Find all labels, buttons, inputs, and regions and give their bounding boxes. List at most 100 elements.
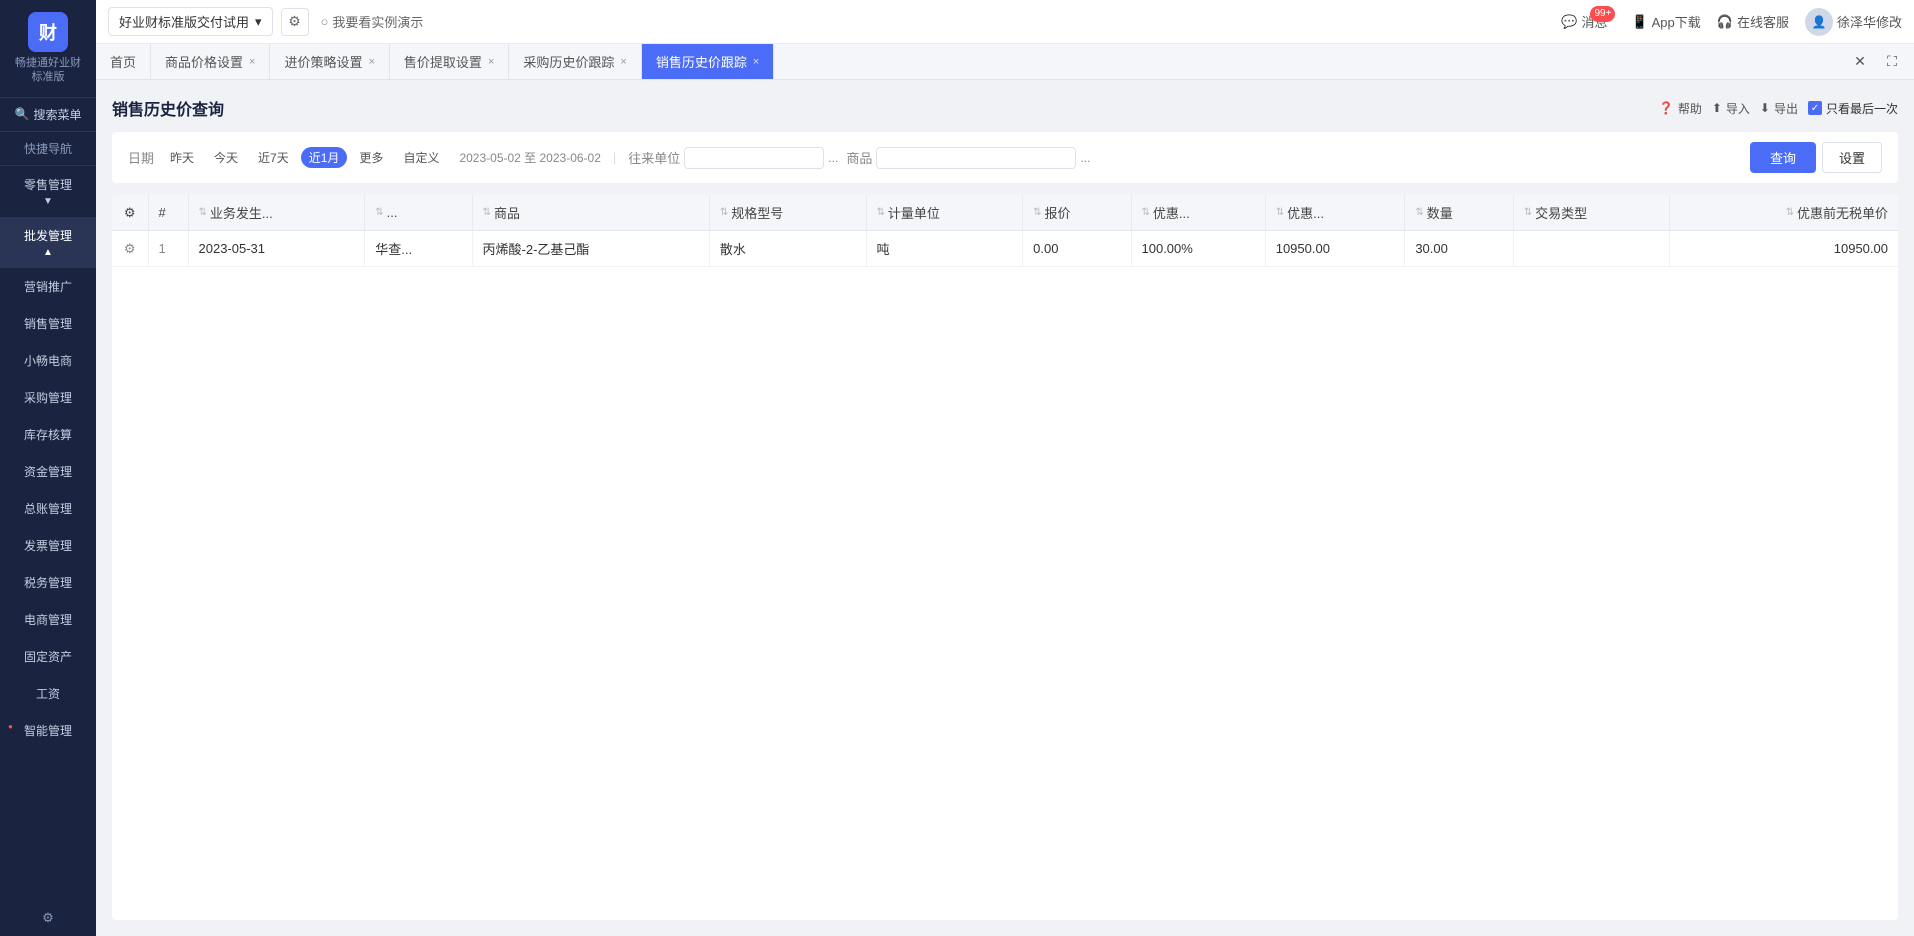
- sidebar-settings-btn[interactable]: ⚙: [0, 900, 96, 936]
- col-price[interactable]: ⇅ 报价: [1023, 195, 1131, 231]
- sidebar-item-general[interactable]: 总账管理: [0, 490, 96, 527]
- cell-qty: 30.00: [1405, 231, 1513, 267]
- main-area: 好业财标准版交付试用 ▾ ⚙ ○ 我要看实例演示 💬 消息 99+ 📱 App下…: [96, 0, 1914, 936]
- sort-icon: ⇅: [483, 207, 491, 218]
- cell-tx-type: [1513, 231, 1670, 267]
- date-filter-label: 日期: [128, 148, 154, 167]
- table-header-row: ⚙ # ⇅ 业务发生... ⇅ ...: [112, 195, 1898, 231]
- cell-unit: 吨: [866, 231, 1023, 267]
- sidebar-item-sales[interactable]: 销售管理: [0, 305, 96, 342]
- maximize-tab-btn[interactable]: ⛶: [1878, 48, 1906, 76]
- tab-sale-price[interactable]: 售价提取设置 ×: [390, 44, 509, 80]
- cell-price: 0.00: [1023, 231, 1131, 267]
- date-btn-today[interactable]: 今天: [206, 147, 246, 168]
- headset-icon: 🎧: [1717, 14, 1733, 30]
- col-biz-date[interactable]: ⇅ 业务发生...: [188, 195, 365, 231]
- sidebar-item-payroll[interactable]: 工资: [0, 675, 96, 712]
- sidebar-item-ecommerce[interactable]: 电商管理: [0, 601, 96, 638]
- date-btn-last7[interactable]: 近7天: [250, 147, 297, 168]
- goods-more-btn[interactable]: ...: [1080, 151, 1090, 165]
- import-icon: ⬆: [1712, 101, 1722, 115]
- tab-close-strategy[interactable]: ×: [368, 56, 374, 68]
- date-btn-more[interactable]: 更多: [351, 147, 391, 168]
- sort-icon: ⇅: [1033, 207, 1041, 218]
- goods-label: 商品: [846, 148, 872, 167]
- only-last-checkbox[interactable]: ✓ 只看最后一次: [1808, 100, 1898, 117]
- topbar-settings-icon[interactable]: ⚙: [281, 8, 309, 36]
- tab-sales-hist[interactable]: 销售历史价跟踪 ×: [642, 44, 774, 80]
- table-container: ⚙ # ⇅ 业务发生... ⇅ ...: [112, 195, 1898, 920]
- filter-area: 日期 昨天 今天 近7天 近1月 更多 自定义 2023-05-02 至 202…: [112, 132, 1898, 183]
- col-unit[interactable]: ⇅ 计量单位: [866, 195, 1023, 231]
- col-goods[interactable]: ⇅ 商品: [472, 195, 709, 231]
- export-btn[interactable]: ⬇ 导出: [1760, 100, 1798, 117]
- cell-discount1: 100.00%: [1131, 231, 1265, 267]
- sidebar-quicknav[interactable]: 快捷导航: [0, 132, 96, 166]
- help-btn[interactable]: ❓ 帮助: [1659, 100, 1702, 117]
- col-gear: ⚙: [112, 195, 148, 231]
- tab-close-sales-hist[interactable]: ×: [753, 56, 759, 68]
- gear-icon[interactable]: ⚙: [124, 205, 136, 220]
- user-profile-btn[interactable]: 👤 徐泽华修改: [1805, 8, 1902, 36]
- logo-text: 畅捷通好业财 标准版: [15, 56, 81, 85]
- sidebar-item-inventory[interactable]: 库存核算: [0, 416, 96, 453]
- date-btn-yesterday[interactable]: 昨天: [162, 147, 202, 168]
- source-unit-more-btn[interactable]: ...: [828, 151, 838, 165]
- date-btn-custom[interactable]: 自定义: [395, 147, 447, 168]
- tab-price[interactable]: 商品价格设置 ×: [151, 44, 270, 80]
- message-btn[interactable]: 💬 消息 99+: [1561, 12, 1607, 31]
- cell-num: 1: [148, 231, 188, 267]
- tab-close-purchase-hist[interactable]: ×: [620, 56, 626, 68]
- sort-icon: ⇅: [1142, 207, 1150, 218]
- sidebar-item-purchase[interactable]: 采购管理: [0, 379, 96, 416]
- cell-biz-date: 2023-05-31: [188, 231, 365, 267]
- topbar-right: 💬 消息 99+ 📱 App下载 🎧 在线客服 👤 徐泽华修改: [1561, 8, 1902, 36]
- app-download-btn[interactable]: 📱 App下载: [1631, 12, 1700, 31]
- module-selector[interactable]: 好业财标准版交付试用 ▾: [108, 7, 273, 36]
- demo-link[interactable]: ○ 我要看实例演示: [321, 12, 424, 31]
- import-btn[interactable]: ⬆ 导入: [1712, 100, 1750, 117]
- sidebar-item-wholesale[interactable]: 批发管理 ▲: [0, 217, 96, 268]
- source-unit-input[interactable]: [684, 147, 824, 169]
- sort-icon: ⇅: [720, 207, 728, 218]
- phone-icon: 📱: [1631, 14, 1647, 30]
- sort-icon: ⇅: [375, 207, 383, 218]
- col-discount2[interactable]: ⇅ 优惠...: [1265, 195, 1405, 231]
- sidebar-item-invoice[interactable]: 发票管理: [0, 527, 96, 564]
- cell-pretax: 10950.00: [1670, 231, 1898, 267]
- sort-icon: ⇅: [1276, 207, 1284, 218]
- tab-purchase-hist[interactable]: 采购历史价跟踪 ×: [509, 44, 641, 80]
- sidebar-item-xiaochang[interactable]: 小畅电商: [0, 342, 96, 379]
- sidebar-item-retail[interactable]: 零售管理 ▼: [0, 166, 96, 217]
- col-extra[interactable]: ⇅ ...: [365, 195, 472, 231]
- online-service-btn[interactable]: 🎧 在线客服: [1717, 12, 1789, 31]
- col-qty[interactable]: ⇅ 数量: [1405, 195, 1513, 231]
- cell-gear: ⚙: [112, 231, 148, 267]
- sidebar-item-tax[interactable]: 税务管理: [0, 564, 96, 601]
- sidebar-item-marketing[interactable]: 营销推广: [0, 268, 96, 305]
- tab-close-price[interactable]: ×: [249, 56, 255, 68]
- cell-discount2: 10950.00: [1265, 231, 1405, 267]
- col-tx-type[interactable]: ⇅ 交易类型: [1513, 195, 1670, 231]
- close-tab-btn[interactable]: ✕: [1846, 48, 1874, 76]
- col-spec[interactable]: ⇅ 规格型号: [709, 195, 866, 231]
- date-btn-last1m[interactable]: 近1月: [301, 147, 348, 168]
- sidebar-item-smart[interactable]: 智能管理: [0, 712, 96, 749]
- source-unit-label: 往来单位: [628, 148, 680, 167]
- query-btn[interactable]: 查询: [1750, 142, 1816, 173]
- settings-btn[interactable]: 设置: [1822, 142, 1882, 173]
- tab-strategy[interactable]: 进价策略设置 ×: [270, 44, 389, 80]
- sort-icon: ⇅: [1524, 207, 1532, 218]
- col-pretax[interactable]: ⇅ 优惠前无税单价: [1670, 195, 1898, 231]
- tab-home[interactable]: 首页: [96, 44, 151, 80]
- sidebar-item-finance[interactable]: 资金管理: [0, 453, 96, 490]
- sidebar-search[interactable]: 🔍 搜索菜单: [0, 98, 96, 132]
- sort-icon: ⇅: [199, 207, 207, 218]
- goods-input[interactable]: [876, 147, 1076, 169]
- sidebar-item-asset[interactable]: 固定资产: [0, 638, 96, 675]
- sidebar: 财 畅捷通好业财 标准版 🔍 搜索菜单 快捷导航 零售管理 ▼ 批发管理 ▲ 营…: [0, 0, 96, 936]
- divider: |: [613, 150, 616, 165]
- col-discount1[interactable]: ⇅ 优惠...: [1131, 195, 1265, 231]
- tab-close-sale-price[interactable]: ×: [488, 56, 494, 68]
- table-row: ⚙ 1 2023-05-31 华查... 丙烯酸-2-乙基己酯 散水 吨 0.0…: [112, 231, 1898, 267]
